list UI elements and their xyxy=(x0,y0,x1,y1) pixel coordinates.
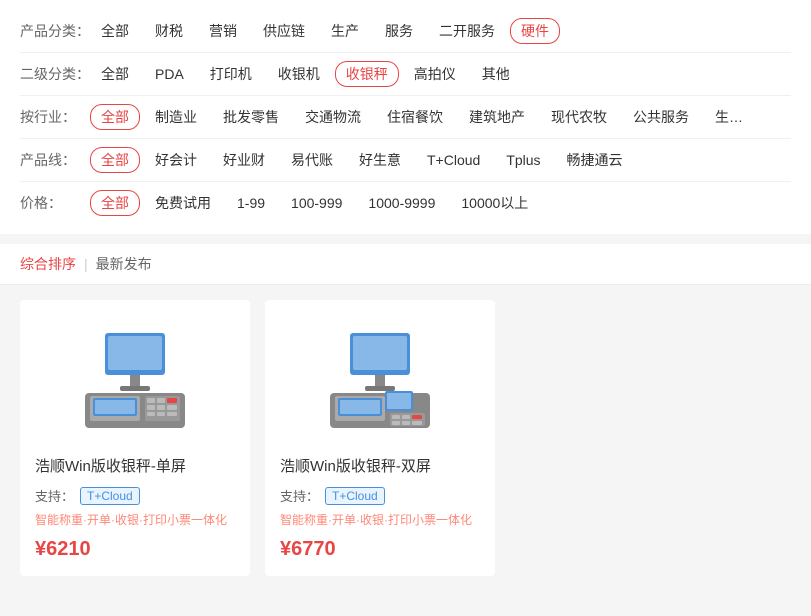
filter-item-ind-agriculture[interactable]: 现代农牧 xyxy=(540,104,618,130)
filter-item-cat-open[interactable]: 二开服务 xyxy=(428,18,506,44)
product-price-2: ¥6770 xyxy=(280,538,480,561)
filter-item-ind-manufacturing[interactable]: 制造业 xyxy=(144,104,208,130)
sort-comprehensive[interactable]: 综合排序 xyxy=(20,254,76,274)
sort-bar: 综合排序 | 最新发布 xyxy=(0,244,811,285)
filter-item-sub-highcam[interactable]: 高拍仪 xyxy=(403,61,467,87)
filter-item-ind-transport[interactable]: 交通物流 xyxy=(294,104,372,130)
filter-item-pl-tplus[interactable]: Tplus xyxy=(495,149,551,171)
filter-item-price-1[interactable]: 1-99 xyxy=(226,192,276,214)
filter-item-cat-tax[interactable]: 财税 xyxy=(144,18,194,44)
product-desc-2: 智能称重·开单·收银·打印小票一体化 xyxy=(280,511,480,528)
filter-items-category: 全部 财税 营销 供应链 生产 服务 二开服务 硬件 xyxy=(90,18,560,44)
filter-item-price-2[interactable]: 100-999 xyxy=(280,192,353,214)
filter-items-industry: 全部 制造业 批发零售 交通物流 住宿餐饮 建筑地产 现代农牧 公共服务 生… xyxy=(90,104,754,130)
filter-label-productline: 产品线： xyxy=(20,150,90,170)
filter-item-pl-all[interactable]: 全部 xyxy=(90,147,140,173)
filter-item-pl-hss[interactable]: 好生意 xyxy=(348,147,412,173)
filter-label-industry: 按行业： xyxy=(20,107,90,127)
filter-item-pl-hyc[interactable]: 好业财 xyxy=(212,147,276,173)
filter-item-sub-scale[interactable]: 收银秤 xyxy=(335,61,399,87)
product-desc-1: 智能称重·开单·收银·打印小票一体化 xyxy=(35,511,235,528)
product-image-2 xyxy=(320,328,440,433)
support-label-1: 支持： xyxy=(35,486,74,505)
sort-newest[interactable]: 最新发布 xyxy=(96,254,152,274)
filter-item-sub-all[interactable]: 全部 xyxy=(90,61,140,87)
filter-item-sub-cashier[interactable]: 收银机 xyxy=(267,61,331,87)
filter-item-ind-hospitality[interactable]: 住宿餐饮 xyxy=(376,104,454,130)
filter-item-ind-all[interactable]: 全部 xyxy=(90,104,140,130)
filter-item-price-3[interactable]: 1000-9999 xyxy=(357,192,446,214)
product-support-1: 支持： T+Cloud xyxy=(35,486,235,505)
filter-item-ind-bio[interactable]: 生… xyxy=(704,104,754,130)
filter-item-ind-construction[interactable]: 建筑地产 xyxy=(458,104,536,130)
filter-item-price-all[interactable]: 全部 xyxy=(90,190,140,216)
filter-section: 产品分类： 全部 财税 营销 供应链 生产 服务 二开服务 硬件 二级分类： 全… xyxy=(0,0,811,234)
filter-item-pl-hkj[interactable]: 好会计 xyxy=(144,147,208,173)
filter-items-price: 全部 免费试用 1-99 100-999 1000-9999 10000以上 xyxy=(90,190,539,216)
filter-item-cat-supply[interactable]: 供应链 xyxy=(252,18,316,44)
filter-items-productline: 全部 好会计 好业财 易代账 好生意 T+Cloud Tplus 畅捷通云 xyxy=(90,147,634,173)
filter-item-cat-hardware[interactable]: 硬件 xyxy=(510,18,560,44)
filter-items-subcategory: 全部 PDA 打印机 收银机 收银秤 高拍仪 其他 xyxy=(90,61,521,87)
filter-item-cat-marketing[interactable]: 营销 xyxy=(198,18,248,44)
filter-item-price-4[interactable]: 10000以上 xyxy=(450,190,539,216)
filter-item-pl-cjty[interactable]: 畅捷通云 xyxy=(556,147,634,173)
filter-label-category: 产品分类： xyxy=(20,21,90,41)
product-card-1[interactable]: 浩顺Win版收银秤-单屏 支持： T+Cloud 智能称重·开单·收银·打印小票… xyxy=(20,300,250,576)
filter-row-category: 产品分类： 全部 财税 营销 供应链 生产 服务 二开服务 硬件 xyxy=(20,10,791,53)
filter-item-ind-public[interactable]: 公共服务 xyxy=(622,104,700,130)
filter-item-sub-printer[interactable]: 打印机 xyxy=(199,61,263,87)
filter-item-sub-pda[interactable]: PDA xyxy=(144,63,195,85)
filter-row-price: 价格： 全部 免费试用 1-99 100-999 1000-9999 10000… xyxy=(20,182,791,224)
filter-item-cat-service[interactable]: 服务 xyxy=(374,18,424,44)
products-area: 浩顺Win版收银秤-单屏 支持： T+Cloud 智能称重·开单·收银·打印小票… xyxy=(0,285,811,591)
filter-item-pl-ydz[interactable]: 易代账 xyxy=(280,147,344,173)
filter-item-ind-wholesale[interactable]: 批发零售 xyxy=(212,104,290,130)
filter-label-price: 价格： xyxy=(20,193,90,213)
product-name-2: 浩顺Win版收银秤-双屏 xyxy=(280,455,480,476)
support-badge-2: T+Cloud xyxy=(325,487,385,505)
filter-item-cat-all[interactable]: 全部 xyxy=(90,18,140,44)
support-label-2: 支持： xyxy=(280,486,319,505)
support-badge-1: T+Cloud xyxy=(80,487,140,505)
filter-label-subcategory: 二级分类： xyxy=(20,64,90,84)
filter-item-cat-production[interactable]: 生产 xyxy=(320,18,370,44)
filter-row-industry: 按行业： 全部 制造业 批发零售 交通物流 住宿餐饮 建筑地产 现代农牧 公共服… xyxy=(20,96,791,139)
product-card-2[interactable]: 浩顺Win版收银秤-双屏 支持： T+Cloud 智能称重·开单·收银·打印小票… xyxy=(265,300,495,576)
sort-divider: | xyxy=(84,256,88,272)
product-name-1: 浩顺Win版收银秤-单屏 xyxy=(35,455,235,476)
filter-row-productline: 产品线： 全部 好会计 好业财 易代账 好生意 T+Cloud Tplus 畅捷… xyxy=(20,139,791,182)
filter-item-pl-tcloud[interactable]: T+Cloud xyxy=(416,149,491,171)
product-support-2: 支持： T+Cloud xyxy=(280,486,480,505)
filter-item-sub-other[interactable]: 其他 xyxy=(471,61,521,87)
products-grid: 浩顺Win版收银秤-单屏 支持： T+Cloud 智能称重·开单·收银·打印小票… xyxy=(20,300,791,576)
product-image-area-2 xyxy=(280,320,480,440)
filter-item-price-free[interactable]: 免费试用 xyxy=(144,190,222,216)
filter-row-subcategory: 二级分类： 全部 PDA 打印机 收银机 收银秤 高拍仪 其他 xyxy=(20,53,791,96)
product-image-area-1 xyxy=(35,320,235,440)
product-price-1: ¥6210 xyxy=(35,538,235,561)
product-image-1 xyxy=(75,328,195,433)
